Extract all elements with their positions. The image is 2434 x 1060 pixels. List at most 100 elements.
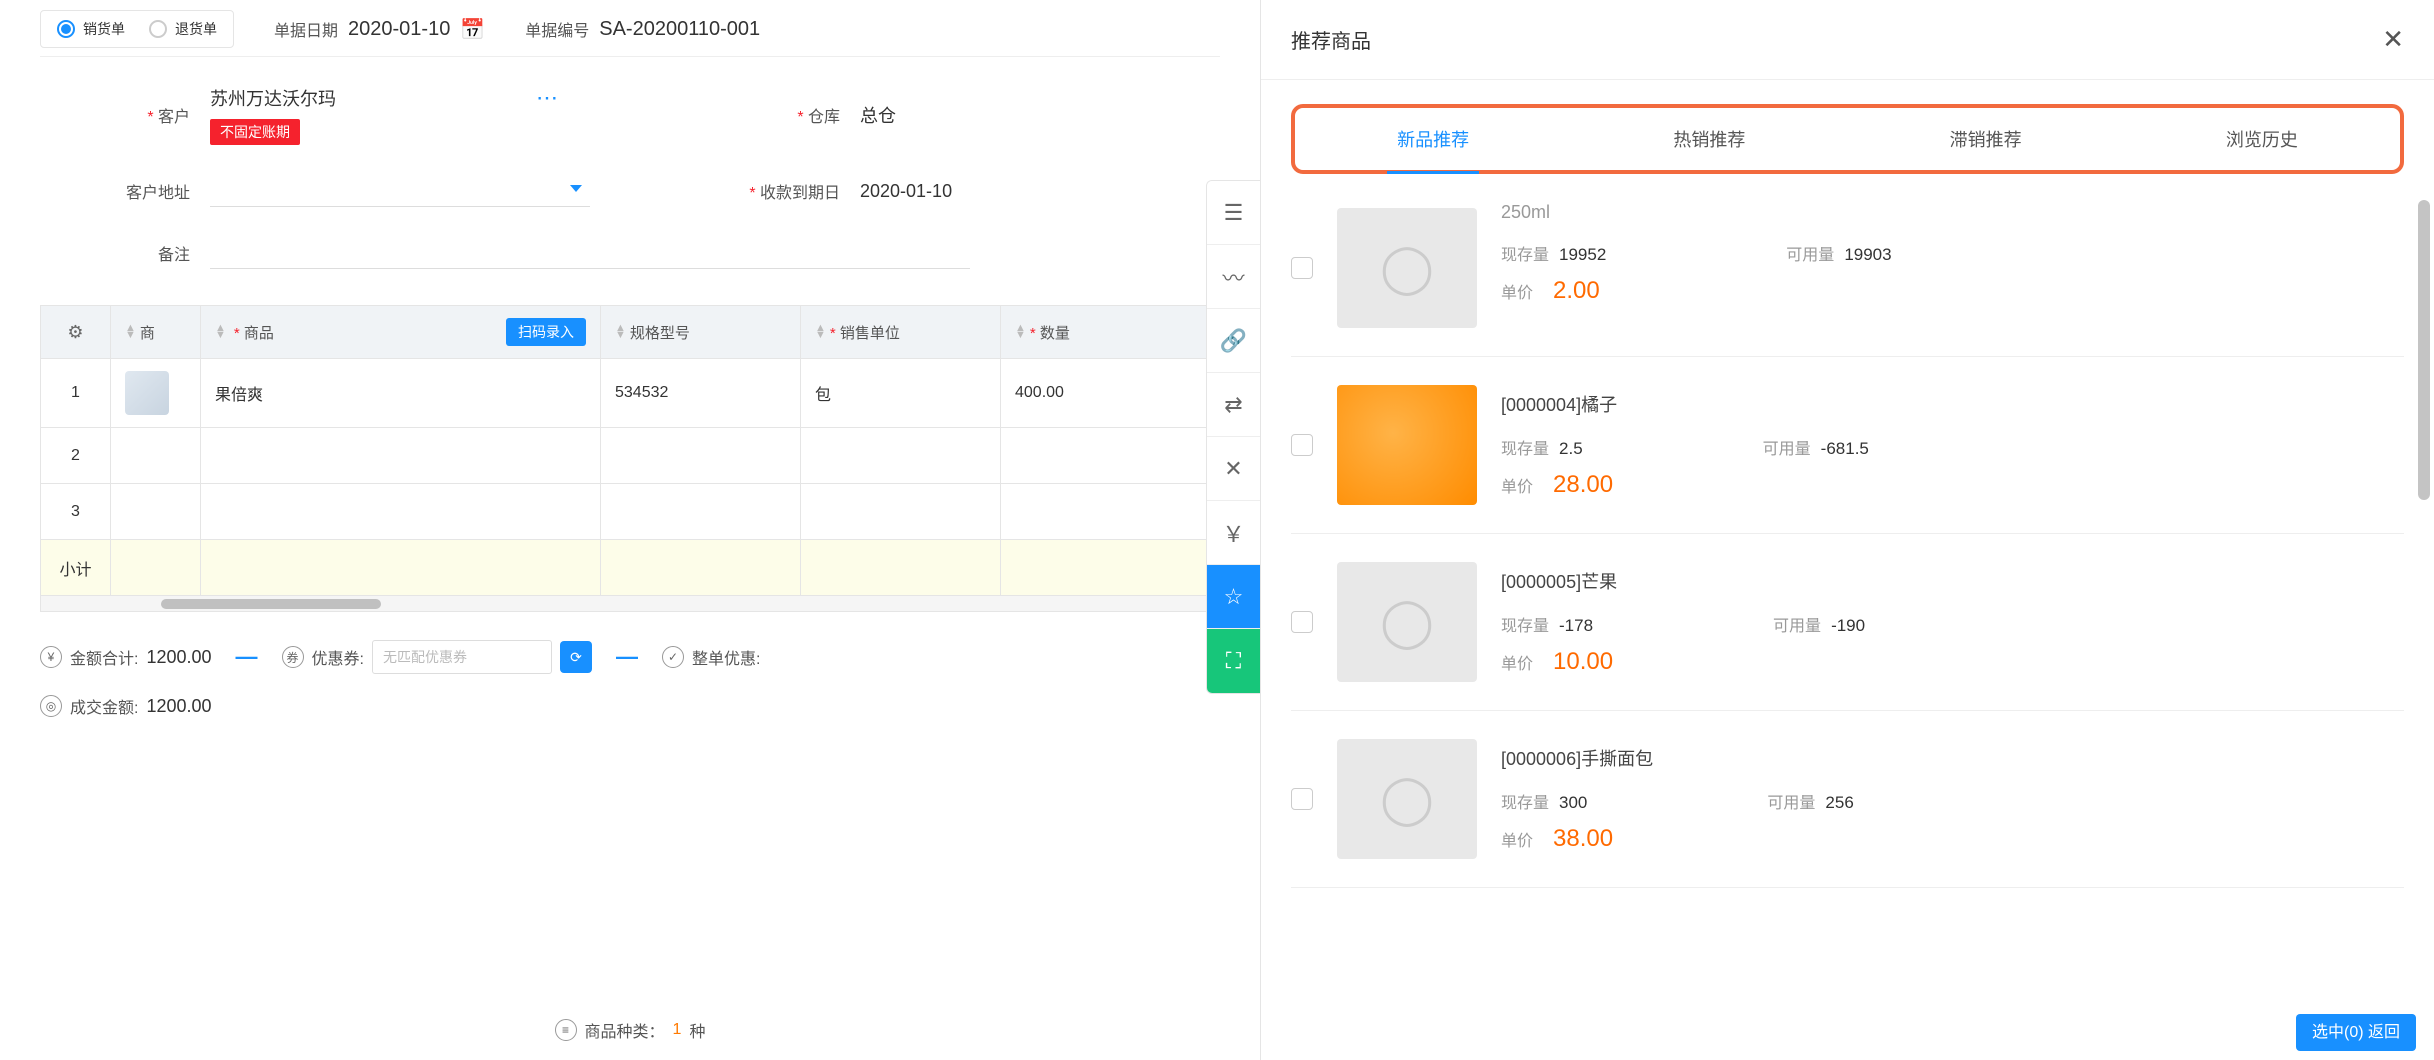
side-rail: ☰ 〰 🔗 ⇄ ✕ ￥ ☆ ⛶ xyxy=(1206,180,1260,694)
stock-value: 300 xyxy=(1559,793,1587,812)
recommend-tab[interactable]: 浏览历史 xyxy=(2226,118,2298,160)
stock-label: 现存量 xyxy=(1501,247,1549,264)
checkbox[interactable] xyxy=(1291,611,1313,633)
recommend-tab[interactable]: 热销推荐 xyxy=(1673,118,1745,160)
rail-yen-icon[interactable]: ￥ xyxy=(1207,501,1260,565)
vertical-scrollbar[interactable] xyxy=(2418,200,2430,500)
stock-value: -178 xyxy=(1559,616,1593,635)
due-value[interactable]: 2020-01-10 xyxy=(860,181,1160,202)
order-discount[interactable]: ✓ 整单优惠: xyxy=(662,645,760,669)
checkbox[interactable] xyxy=(1291,257,1313,279)
row-spec[interactable] xyxy=(601,428,801,483)
rail-expand-icon[interactable]: ⛶ xyxy=(1207,629,1260,693)
calendar-icon[interactable]: 📅 xyxy=(460,17,485,42)
horizontal-scrollbar[interactable] xyxy=(41,595,1219,611)
radio-sales-label: 销货单 xyxy=(83,19,125,39)
deal-icon: ◎ xyxy=(40,695,62,717)
table-row[interactable]: 1果倍爽534532包400.00 xyxy=(41,358,1219,427)
row-unit[interactable] xyxy=(801,484,1001,539)
radio-return[interactable]: 退货单 xyxy=(149,19,217,39)
recommend-list: ◯250ml现存量19952可用量19903单价2.00[0000004]橘子现… xyxy=(1261,180,2434,1060)
avail-value: 256 xyxy=(1825,793,1853,812)
table-row[interactable]: 2 xyxy=(41,427,1219,483)
row-unit[interactable]: 包 xyxy=(801,359,1001,427)
doc-date-value[interactable]: 2020-01-10 xyxy=(348,18,450,41)
total-amount: ¥ 金额合计: 1200.00 xyxy=(40,645,212,669)
avail-label: 可用量 xyxy=(1767,795,1815,812)
row-name[interactable]: 果倍爽 xyxy=(201,359,601,427)
recommend-item[interactable]: ◯250ml现存量19952可用量19903单价2.00 xyxy=(1291,180,2404,357)
customer-label: 客户 xyxy=(147,103,210,127)
row-qty[interactable] xyxy=(1001,428,1121,483)
doc-no-label: 单据编号 xyxy=(525,17,589,41)
avail-label: 可用量 xyxy=(1763,441,1811,458)
rail-chart-icon[interactable]: 〰 xyxy=(1207,245,1260,309)
row-thumb xyxy=(111,484,201,539)
checkbox[interactable] xyxy=(1291,434,1313,456)
col-unit[interactable]: ▲▼销售单位 xyxy=(801,306,1001,358)
recommend-item[interactable]: [0000004]橘子现存量2.5可用量-681.5单价28.00 xyxy=(1291,357,2404,534)
addr-select[interactable] xyxy=(210,175,590,207)
radio-sales[interactable]: 销货单 xyxy=(57,19,125,39)
sort-icon: ▲▼ xyxy=(215,325,226,339)
sort-icon: ▲▼ xyxy=(615,325,626,339)
recommend-item[interactable]: ◯[0000006]手撕面包现存量300可用量256单价38.00 xyxy=(1291,711,2404,888)
product-image: ◯ xyxy=(1337,562,1477,682)
select-return-button[interactable]: 选中(0) 返回 xyxy=(2296,1014,2416,1051)
product-image xyxy=(1337,385,1477,505)
col-qty[interactable]: ▲▼数量 xyxy=(1001,306,1121,358)
doc-number: 单据编号 SA-20200110-001 xyxy=(525,17,760,41)
rail-link-icon[interactable]: 🔗 xyxy=(1207,309,1260,373)
doc-no-value: SA-20200110-001 xyxy=(599,18,760,41)
panel-title: 推荐商品 xyxy=(1291,25,1371,54)
close-icon[interactable]: ✕ xyxy=(2382,24,2404,55)
table-row[interactable]: 3 xyxy=(41,483,1219,539)
more-dots-icon[interactable]: ⋯ xyxy=(536,85,560,111)
recommend-tab[interactable]: 滞销推荐 xyxy=(1950,118,2022,160)
recommend-item[interactable]: ◯[0000005]芒果现存量-178可用量-190单价10.00 xyxy=(1291,534,2404,711)
doc-type-radio-group: 销货单 退货单 xyxy=(40,10,234,48)
settings-col[interactable]: ⚙ xyxy=(41,306,111,358)
sort-icon: ▲▼ xyxy=(815,325,826,339)
row-qty[interactable] xyxy=(1001,484,1121,539)
row-unit[interactable] xyxy=(801,428,1001,483)
col-name[interactable]: ▲▼商品 扫码录入 xyxy=(201,306,601,358)
doc-date: 单据日期 2020-01-10 📅 xyxy=(274,17,485,42)
yen-icon: ¥ xyxy=(40,646,62,668)
coupon-input[interactable]: 无匹配优惠券 xyxy=(372,640,552,674)
radio-icon xyxy=(149,20,167,38)
row-spec[interactable] xyxy=(601,484,801,539)
stock-value: 19952 xyxy=(1559,245,1606,264)
remark-input[interactable] xyxy=(210,237,970,269)
row-qty[interactable]: 400.00 xyxy=(1001,359,1121,427)
rail-star-icon[interactable]: ☆ xyxy=(1207,565,1260,629)
product-name: 250ml xyxy=(1501,202,2404,223)
avail-value: 19903 xyxy=(1844,245,1891,264)
stock-label: 现存量 xyxy=(1501,618,1549,635)
row-spec[interactable]: 534532 xyxy=(601,359,801,427)
customer-field[interactable]: 苏州万达沃尔玛 ⋯ xyxy=(210,85,690,111)
avail-label: 可用量 xyxy=(1786,247,1834,264)
rail-receipt-icon[interactable]: ✕ xyxy=(1207,437,1260,501)
col-spec[interactable]: ▲▼规格型号 xyxy=(601,306,801,358)
col-pic[interactable]: ▲▼商 xyxy=(111,306,201,358)
warehouse-value[interactable]: 总仓 xyxy=(860,102,1160,128)
row-name[interactable] xyxy=(201,484,601,539)
scan-input-button[interactable]: 扫码录入 xyxy=(506,318,586,346)
stock-label: 现存量 xyxy=(1501,441,1549,458)
remark-label: 备注 xyxy=(158,241,210,265)
account-period-tag: 不固定账期 xyxy=(210,119,300,145)
row-name[interactable] xyxy=(201,428,601,483)
refresh-coupon-button[interactable]: ⟳ xyxy=(560,641,592,673)
row-index: 3 xyxy=(41,484,111,539)
price-label: 单价 xyxy=(1501,656,1533,673)
rail-doc-icon[interactable]: ☰ xyxy=(1207,181,1260,245)
row-index: 2 xyxy=(41,428,111,483)
footer-summary: ≡ 商品种类： 1 种 xyxy=(0,1000,1260,1060)
recommend-tab[interactable]: 新品推荐 xyxy=(1397,118,1469,160)
coupon-icon: 券 xyxy=(282,646,304,668)
sort-icon: ▲▼ xyxy=(1015,325,1026,339)
radio-icon xyxy=(57,20,75,38)
checkbox[interactable] xyxy=(1291,788,1313,810)
rail-exchange-icon[interactable]: ⇄ xyxy=(1207,373,1260,437)
